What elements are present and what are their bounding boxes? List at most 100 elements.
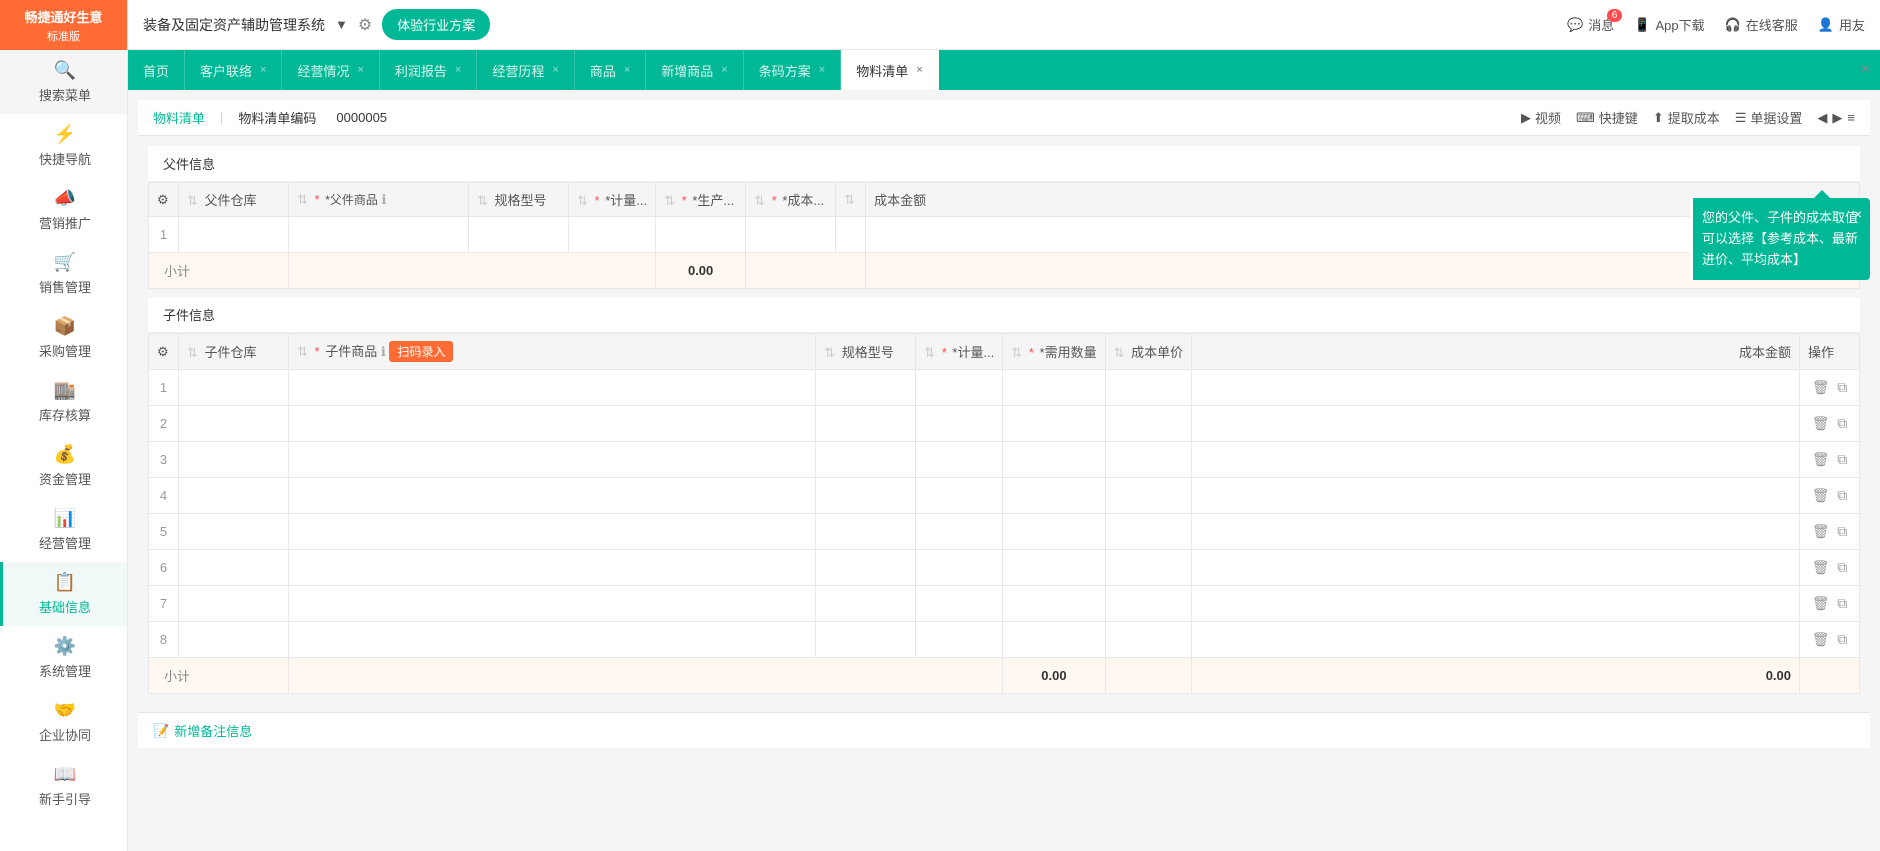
child-spec-cell[interactable] [816,406,916,442]
breadcrumb-main[interactable]: 物料清单 [153,108,205,127]
child-unit-price-cell[interactable] [1105,478,1192,514]
sidebar-item-search[interactable]: 🔍 搜索菜单 [0,50,127,114]
extract-cost-btn[interactable]: ⬆ 提取成本 [1653,108,1720,127]
child-warehouse-cell[interactable] [179,370,289,406]
child-unit-price-cell[interactable] [1105,442,1192,478]
user-menu[interactable]: 👤 用友 [1818,15,1865,34]
add-row-btn[interactable]: 📝 新增备注信息 [153,721,252,740]
child-required-qty-cell[interactable] [1003,406,1105,442]
parent-unit-cell[interactable] [569,217,656,253]
child-unit-price-cell[interactable] [1105,586,1192,622]
scan-btn[interactable]: 扫码录入 [389,341,453,362]
child-product-cell[interactable] [289,586,816,622]
settings-icon[interactable]: ⚙ [358,15,372,35]
child-warehouse-cell[interactable] [179,478,289,514]
child-required-qty-cell[interactable] [1003,550,1105,586]
child-spec-cell[interactable] [816,514,916,550]
child-spec-cell[interactable] [816,442,916,478]
tab-history[interactable]: 经营历程 × [477,50,574,90]
child-warehouse-cell[interactable] [179,514,289,550]
child-spec-cell[interactable] [816,370,916,406]
child-warehouse-cell[interactable] [179,622,289,658]
delete-btn[interactable]: 🗑 [1812,523,1830,539]
child-required-qty-cell[interactable] [1003,478,1105,514]
tab-close-icon[interactable]: × [357,64,363,76]
child-spec-cell[interactable] [816,550,916,586]
online-service-btn[interactable]: 🎧 在线客服 [1725,15,1798,34]
tab-goods[interactable]: 商品 × [575,50,646,90]
sidebar-item-inventory[interactable]: 🏬 库存核算 [0,370,127,434]
child-warehouse-cell[interactable] [179,406,289,442]
config-icon[interactable]: ⚙ [157,192,169,207]
copy-btn[interactable]: ⧉ [1837,523,1847,539]
shortcut-btn[interactable]: ⌨ 快捷键 [1576,108,1638,127]
sidebar-item-finance[interactable]: 💰 资金管理 [0,434,127,498]
child-unit-price-cell[interactable] [1105,370,1192,406]
copy-btn[interactable]: ⧉ [1837,487,1847,503]
child-warehouse-cell[interactable] [179,550,289,586]
view-video-btn[interactable]: ▶ 视频 [1521,108,1561,127]
experience-btn[interactable]: 体验行业方案 [382,9,490,40]
child-warehouse-cell[interactable] [179,586,289,622]
child-unit-cell[interactable] [916,622,1003,658]
tab-close-icon[interactable]: × [916,64,922,76]
child-required-qty-cell[interactable] [1003,586,1105,622]
sidebar-item-system[interactable]: ⚙️ 系统管理 [0,626,127,690]
child-required-qty-cell[interactable] [1003,622,1105,658]
sidebar-item-basic-info[interactable]: 📋 基础信息 [0,562,127,626]
child-unit-price-cell[interactable] [1105,514,1192,550]
copy-btn[interactable]: ⧉ [1837,595,1847,611]
tab-barcode[interactable]: 条码方案 × [744,50,841,90]
child-product-cell[interactable] [289,478,816,514]
tab-home[interactable]: 首页 [128,50,185,90]
sidebar-item-sales[interactable]: 🛒 销售管理 [0,242,127,306]
tab-close-icon[interactable]: × [624,64,630,76]
delete-btn[interactable]: 🗑 [1812,631,1830,647]
sidebar-item-marketing[interactable]: 📣 营销推广 [0,178,127,242]
child-warehouse-cell[interactable] [179,442,289,478]
tab-close-icon[interactable]: × [819,64,825,76]
child-unit-cell[interactable] [916,478,1003,514]
child-unit-cell[interactable] [916,514,1003,550]
tab-close-icon[interactable]: × [552,64,558,76]
delete-btn[interactable]: 🗑 [1812,595,1830,611]
child-product-cell[interactable] [289,442,816,478]
parent-spec-cell[interactable] [469,217,569,253]
tab-bom[interactable]: 物料清单 × [841,50,938,90]
parent-cost-cell[interactable] [746,217,836,253]
tab-new-goods[interactable]: 新增商品 × [646,50,743,90]
tab-close-icon[interactable]: × [721,64,727,76]
sidebar-item-guide[interactable]: 📖 新手引导 [0,754,127,818]
single-settings-btn[interactable]: ☰ 单据设置 [1735,108,1803,127]
child-unit-price-cell[interactable] [1105,406,1192,442]
tab-customers[interactable]: 客户联络 × [185,50,282,90]
sidebar-item-cooperation[interactable]: 🤝 企业协同 [0,690,127,754]
copy-btn[interactable]: ⧉ [1837,415,1847,431]
child-product-cell[interactable] [289,622,816,658]
child-unit-cell[interactable] [916,370,1003,406]
system-dropdown[interactable]: ▼ [335,17,348,32]
copy-btn[interactable]: ⧉ [1837,379,1847,395]
child-product-cell[interactable] [289,550,816,586]
tab-operations[interactable]: 经营情况 × [282,50,379,90]
copy-btn[interactable]: ⧉ [1837,451,1847,467]
child-unit-cell[interactable] [916,442,1003,478]
child-spec-cell[interactable] [816,622,916,658]
config2-icon[interactable]: ⚙ [157,344,169,359]
child-required-qty-cell[interactable] [1003,370,1105,406]
parent-production-cell[interactable] [656,217,746,253]
tab-profit[interactable]: 利润报告 × [380,50,477,90]
child-product-cell[interactable] [289,514,816,550]
delete-btn[interactable]: 🗑 [1812,379,1830,395]
child-unit-cell[interactable] [916,550,1003,586]
delete-btn[interactable]: 🗑 [1812,451,1830,467]
child-spec-cell[interactable] [816,478,916,514]
child-required-qty-cell[interactable] [1003,442,1105,478]
child-unit-cell[interactable] [916,586,1003,622]
delete-btn[interactable]: 🗑 [1812,487,1830,503]
app-download-btn[interactable]: 📱 App下载 [1634,15,1704,34]
child-product-cell[interactable] [289,406,816,442]
child-unit-price-cell[interactable] [1105,550,1192,586]
message-btn[interactable]: 💬 6 消息 [1567,15,1614,34]
child-unit-price-cell[interactable] [1105,622,1192,658]
